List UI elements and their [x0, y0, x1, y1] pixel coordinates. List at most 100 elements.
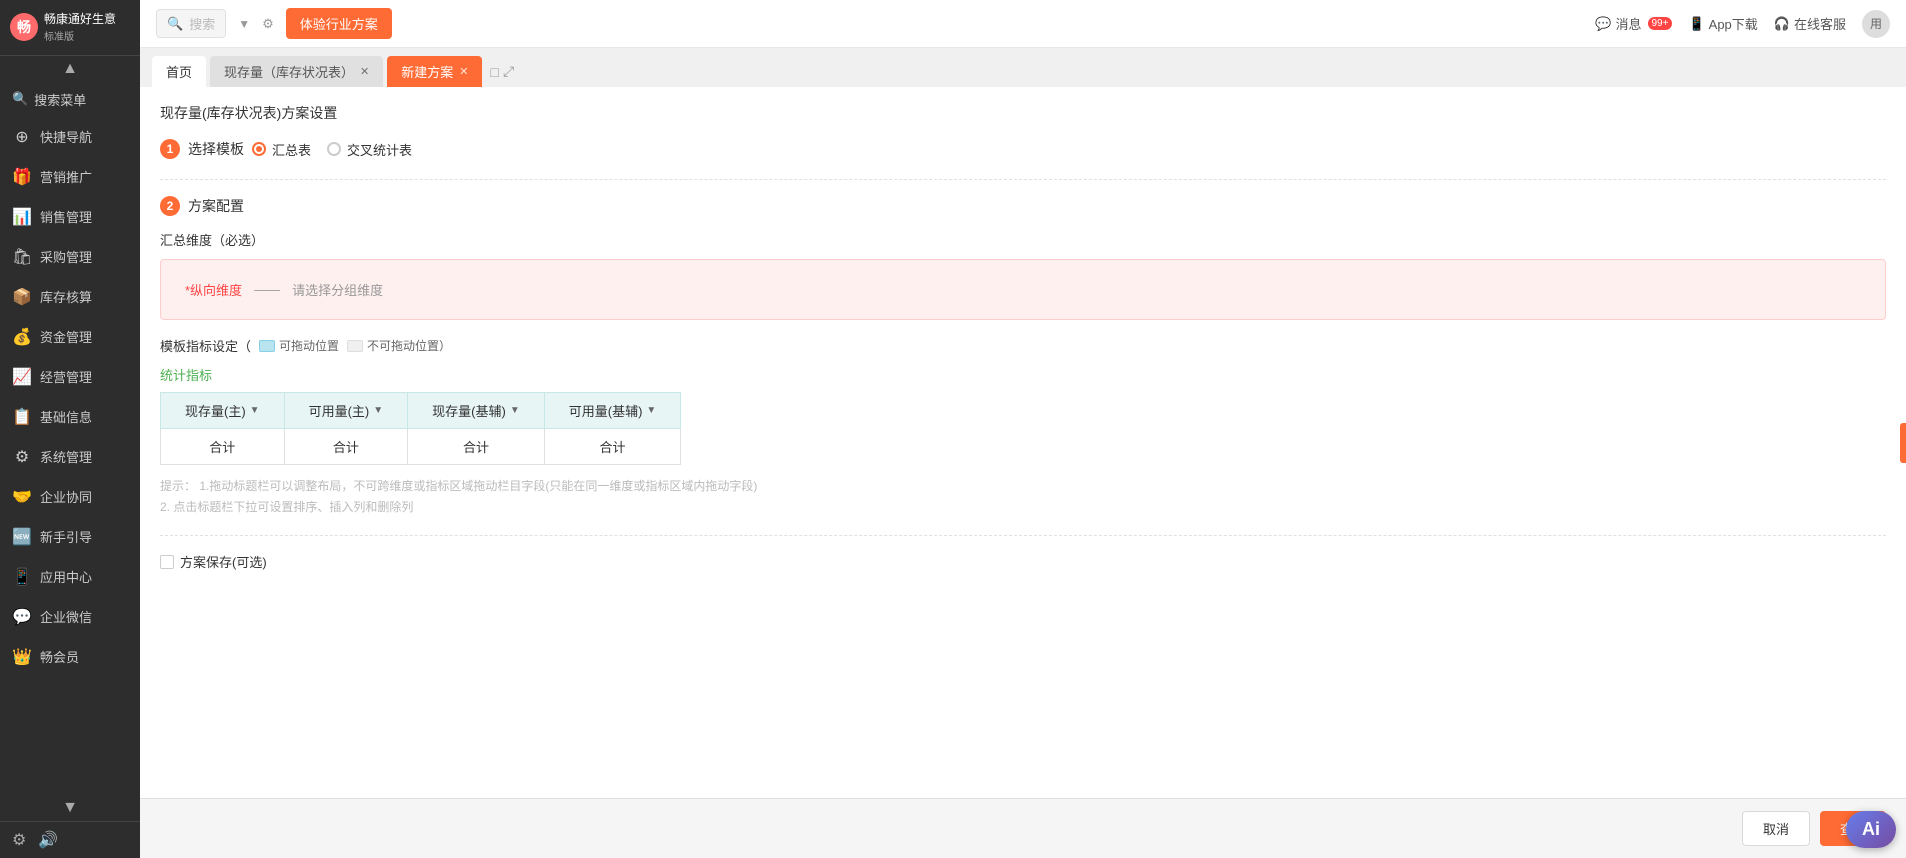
- settings-icon[interactable]: ⚙: [12, 830, 26, 850]
- section1-header: 1 选择模板 汇总表 交叉统计表: [160, 139, 1886, 159]
- col-header-2[interactable]: 现存量(基辅) ▼: [408, 393, 545, 429]
- online-service-label: 在线客服: [1794, 14, 1846, 33]
- online-service-item[interactable]: 🎧 在线客服: [1774, 14, 1846, 33]
- section1-title: 选择模板: [188, 139, 244, 159]
- stats-group-label: 统计指标: [160, 365, 1886, 384]
- new-guide-icon: 🆕: [12, 527, 32, 547]
- sidebar-item-label: 库存核算: [40, 287, 92, 306]
- page-title: 现存量(库存状况表)方案设置: [160, 103, 1886, 123]
- notification-label: 消息: [1615, 14, 1641, 33]
- notification-item[interactable]: 💬 消息 99+: [1595, 14, 1672, 33]
- sidebar-item-label: 销售管理: [40, 207, 92, 226]
- sidebar-item-membership[interactable]: 👑 畅会员: [0, 637, 140, 677]
- sidebar-item-new-guide[interactable]: 🆕 新手引导: [0, 517, 140, 557]
- legend-fixed-label: 不可拖动位置）: [367, 337, 451, 354]
- sidebar-item-finance[interactable]: 💰 资金管理: [0, 317, 140, 357]
- summary-2: 合计: [408, 429, 545, 465]
- avatar-img: 用: [1862, 10, 1890, 38]
- marketing-icon: 🎁: [12, 167, 32, 187]
- radio-cross[interactable]: 交叉统计表: [327, 140, 412, 159]
- content-area: 现存量(库存状况表)方案设置 1 选择模板 汇总表 交叉统计表: [140, 87, 1906, 798]
- topbar-left: 🔍 搜索 ▼ ⚙ 体验行业方案: [156, 8, 392, 39]
- trial-btn[interactable]: 体验行业方案: [286, 8, 392, 39]
- dropdown-arrow-icon[interactable]: ▼: [238, 17, 250, 31]
- sidebar-item-app-center[interactable]: 📱 应用中心: [0, 557, 140, 597]
- sidebar-nav: 🔍 搜索菜单 ⊕ 快捷导航 🎁 营销推广 📊 销售管理 🛍 采购管理 📦 库存核…: [0, 82, 140, 795]
- sidebar-scroll-up[interactable]: ▲: [0, 56, 140, 82]
- sidebar-scroll-down[interactable]: ▼: [0, 795, 140, 821]
- sidebar-item-label: 企业协同: [40, 487, 92, 506]
- basic-info-icon: 📋: [12, 407, 32, 427]
- col-header-1[interactable]: 可用量(主) ▼: [284, 393, 408, 429]
- config-section: 2 方案配置 汇总维度（必选） *纵向维度 —— 请选择分组维度 模板指标设定（: [160, 196, 1886, 515]
- section2-badge: 2: [160, 196, 180, 216]
- tabbar: 首页 现存量（库存状况表） ✕ 新建方案 ✕ □ ⤢: [140, 48, 1906, 87]
- legend-draggable-item: 可拖动位置: [259, 337, 339, 354]
- app-download-label: App下载: [1709, 14, 1758, 33]
- tab-inventory-close[interactable]: ✕: [360, 65, 369, 78]
- sound-icon[interactable]: 🔊: [38, 830, 58, 850]
- tab-collapse-icon[interactable]: ⤢: [503, 63, 514, 80]
- sidebar-item-system[interactable]: ⚙ 系统管理: [0, 437, 140, 477]
- ai-badge[interactable]: Ai: [1846, 811, 1896, 848]
- sidebar-item-purchase[interactable]: 🛍 采购管理: [0, 237, 140, 277]
- sidebar-item-sales[interactable]: 📊 销售管理: [0, 197, 140, 237]
- sidebar-search-label: 搜索菜单: [34, 90, 86, 109]
- tab-new-plan[interactable]: 新建方案 ✕: [387, 56, 482, 87]
- sidebar-item-label: 营销推广: [40, 167, 92, 186]
- tab-home[interactable]: 首页: [152, 56, 206, 87]
- cancel-button[interactable]: 取消: [1742, 811, 1810, 846]
- enterprise-wx-icon: 💬: [12, 607, 32, 627]
- app-download-item[interactable]: 📱 App下载: [1688, 14, 1757, 33]
- stats-summary-row: 合计 合计 合计 合计: [161, 429, 681, 465]
- purchase-icon: 🛍: [12, 247, 32, 267]
- radio-summary[interactable]: 汇总表: [252, 140, 311, 159]
- app-edition: 标准版: [44, 28, 116, 43]
- quick-nav-icon: ⊕: [12, 127, 32, 147]
- sidebar: 畅 畅康通好生意 标准版 ▲ 🔍 搜索菜单 ⊕ 快捷导航 🎁 营销推广 📊 销售…: [0, 0, 140, 858]
- save-checkbox[interactable]: [160, 555, 174, 569]
- tab-inventory[interactable]: 现存量（库存状况表） ✕: [210, 56, 383, 87]
- tab-new-plan-close[interactable]: ✕: [459, 65, 468, 78]
- sidebar-item-label: 基础信息: [40, 407, 92, 426]
- user-avatar[interactable]: 用: [1862, 10, 1890, 38]
- save-option: 方案保存(可选): [160, 552, 1886, 571]
- dimension-placeholder: 请选择分组维度: [292, 280, 383, 299]
- sidebar-item-label: 应用中心: [40, 567, 92, 586]
- tab-expand-icon[interactable]: □: [490, 64, 498, 80]
- settings-gear-icon[interactable]: ⚙: [262, 16, 274, 32]
- sidebar-search[interactable]: 🔍 搜索菜单: [0, 82, 140, 117]
- sidebar-item-basic-info[interactable]: 📋 基础信息: [0, 397, 140, 437]
- tab-home-label: 首页: [166, 62, 192, 81]
- sidebar-item-label: 系统管理: [40, 447, 92, 466]
- topbar-search-placeholder: 搜索: [189, 14, 215, 33]
- col-1-dropdown-icon: ▼: [373, 405, 383, 416]
- col-header-0[interactable]: 现存量(主) ▼: [161, 393, 285, 429]
- membership-icon: 👑: [12, 647, 32, 667]
- legend-fixed-item: 不可拖动位置）: [347, 337, 451, 354]
- sidebar-item-enterprise-wx[interactable]: 💬 企业微信: [0, 597, 140, 637]
- sidebar-item-quick-nav[interactable]: ⊕ 快捷导航: [0, 117, 140, 157]
- radio-cross-dot: [327, 142, 341, 156]
- col-header-3[interactable]: 可用量(基辅) ▼: [544, 393, 681, 429]
- topbar-search[interactable]: 🔍 搜索: [156, 9, 226, 38]
- sidebar-item-marketing[interactable]: 🎁 营销推广: [0, 157, 140, 197]
- sidebar-item-operations[interactable]: 📈 经营管理: [0, 357, 140, 397]
- dimension-row: *纵向维度 —— 请选择分组维度: [185, 280, 1861, 299]
- legend-fixed-box: [347, 340, 363, 352]
- sidebar-item-label: 经营管理: [40, 367, 92, 386]
- sidebar-item-inventory[interactable]: 📦 库存核算: [0, 277, 140, 317]
- app-name: 畅康通好生意: [44, 12, 116, 28]
- col-3-dropdown-icon: ▼: [646, 405, 656, 416]
- sidebar-item-enterprise[interactable]: 🤝 企业协同: [0, 477, 140, 517]
- headset-icon: 🎧: [1774, 16, 1790, 32]
- template-section: 1 选择模板 汇总表 交叉统计表: [160, 139, 1886, 159]
- topbar-right: 💬 消息 99+ 📱 App下载 🎧 在线客服 用: [1595, 10, 1890, 38]
- dimension-box[interactable]: *纵向维度 —— 请选择分组维度: [160, 259, 1886, 320]
- dimension-label: *纵向维度: [185, 280, 242, 299]
- inventory-icon: 📦: [12, 287, 32, 307]
- finance-icon: 💰: [12, 327, 32, 347]
- col-header-0-label: 现存量(主): [185, 401, 246, 420]
- system-icon: ⚙: [12, 447, 32, 467]
- save-option-label: 方案保存(可选): [180, 552, 267, 571]
